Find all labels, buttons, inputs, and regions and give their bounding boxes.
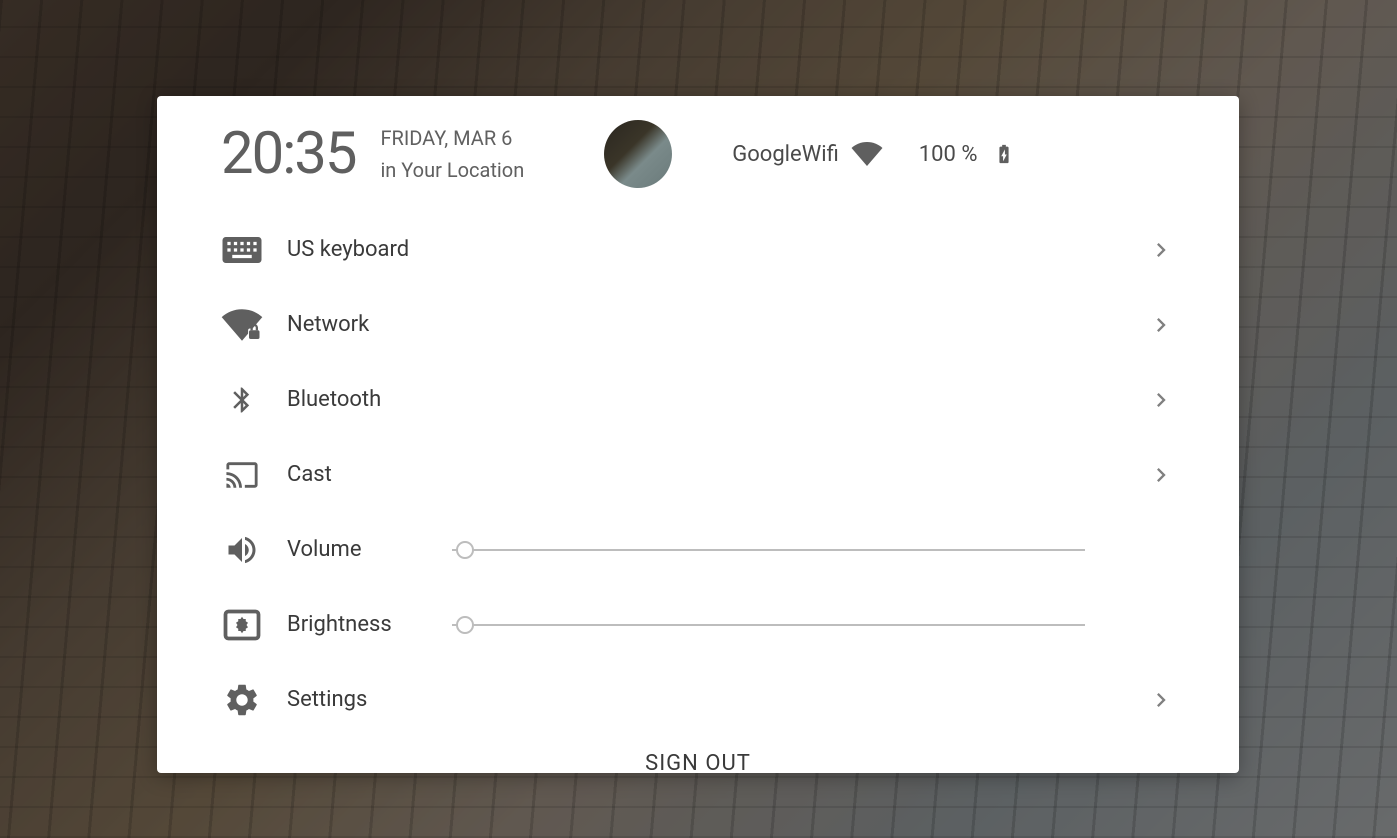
volume-item: Volume [221,512,1175,587]
chevron-right-icon [1147,686,1175,714]
chevron-right-icon [1147,236,1175,264]
chevron-right-icon [1147,386,1175,414]
quick-settings-list: US keyboard Network Bluetooth Cast [157,212,1239,737]
bluetooth-item[interactable]: Bluetooth [221,362,1175,437]
system-status-panel: 20:35 FRIDAY, MAR 6 in Your Location Goo… [157,96,1239,773]
chevron-right-icon [1147,461,1175,489]
sign-out-button[interactable]: SIGN OUT [157,737,1239,800]
volume-slider[interactable] [452,549,1085,551]
wifi-lock-icon [221,304,263,346]
user-avatar[interactable] [604,120,672,188]
location-label: in Your Location [380,154,524,186]
status-header: 20:35 FRIDAY, MAR 6 in Your Location Goo… [157,96,1239,212]
date-label: FRIDAY, MAR 6 [380,122,524,154]
volume-icon [221,529,263,571]
keyboard-label: US keyboard [287,237,452,262]
volume-label: Volume [287,537,452,562]
brightness-slider[interactable] [452,624,1085,626]
settings-item[interactable]: Settings [221,662,1175,737]
keyboard-item[interactable]: US keyboard [221,212,1175,287]
clock-time: 20:35 [221,120,355,188]
keyboard-icon [221,229,263,271]
wifi-name-label: GoogleWifi [732,142,839,167]
brightness-icon [221,604,263,646]
bluetooth-icon [221,379,263,421]
chevron-right-icon [1147,311,1175,339]
cast-item[interactable]: Cast [221,437,1175,512]
battery-charging-icon [993,139,1015,169]
status-indicators: GoogleWifi 100 % [732,138,1015,170]
brightness-item: Brightness [221,587,1175,662]
volume-slider-thumb[interactable] [456,541,474,559]
network-item[interactable]: Network [221,287,1175,362]
settings-label: Settings [287,687,452,712]
battery-percent-label: 100 % [919,142,978,167]
cast-label: Cast [287,462,452,487]
wifi-icon [851,138,883,170]
gear-icon [221,679,263,721]
brightness-slider-thumb[interactable] [456,616,474,634]
brightness-label: Brightness [287,612,452,637]
cast-icon [221,454,263,496]
network-label: Network [287,312,452,337]
date-location: FRIDAY, MAR 6 in Your Location [380,122,524,186]
bluetooth-label: Bluetooth [287,387,452,412]
